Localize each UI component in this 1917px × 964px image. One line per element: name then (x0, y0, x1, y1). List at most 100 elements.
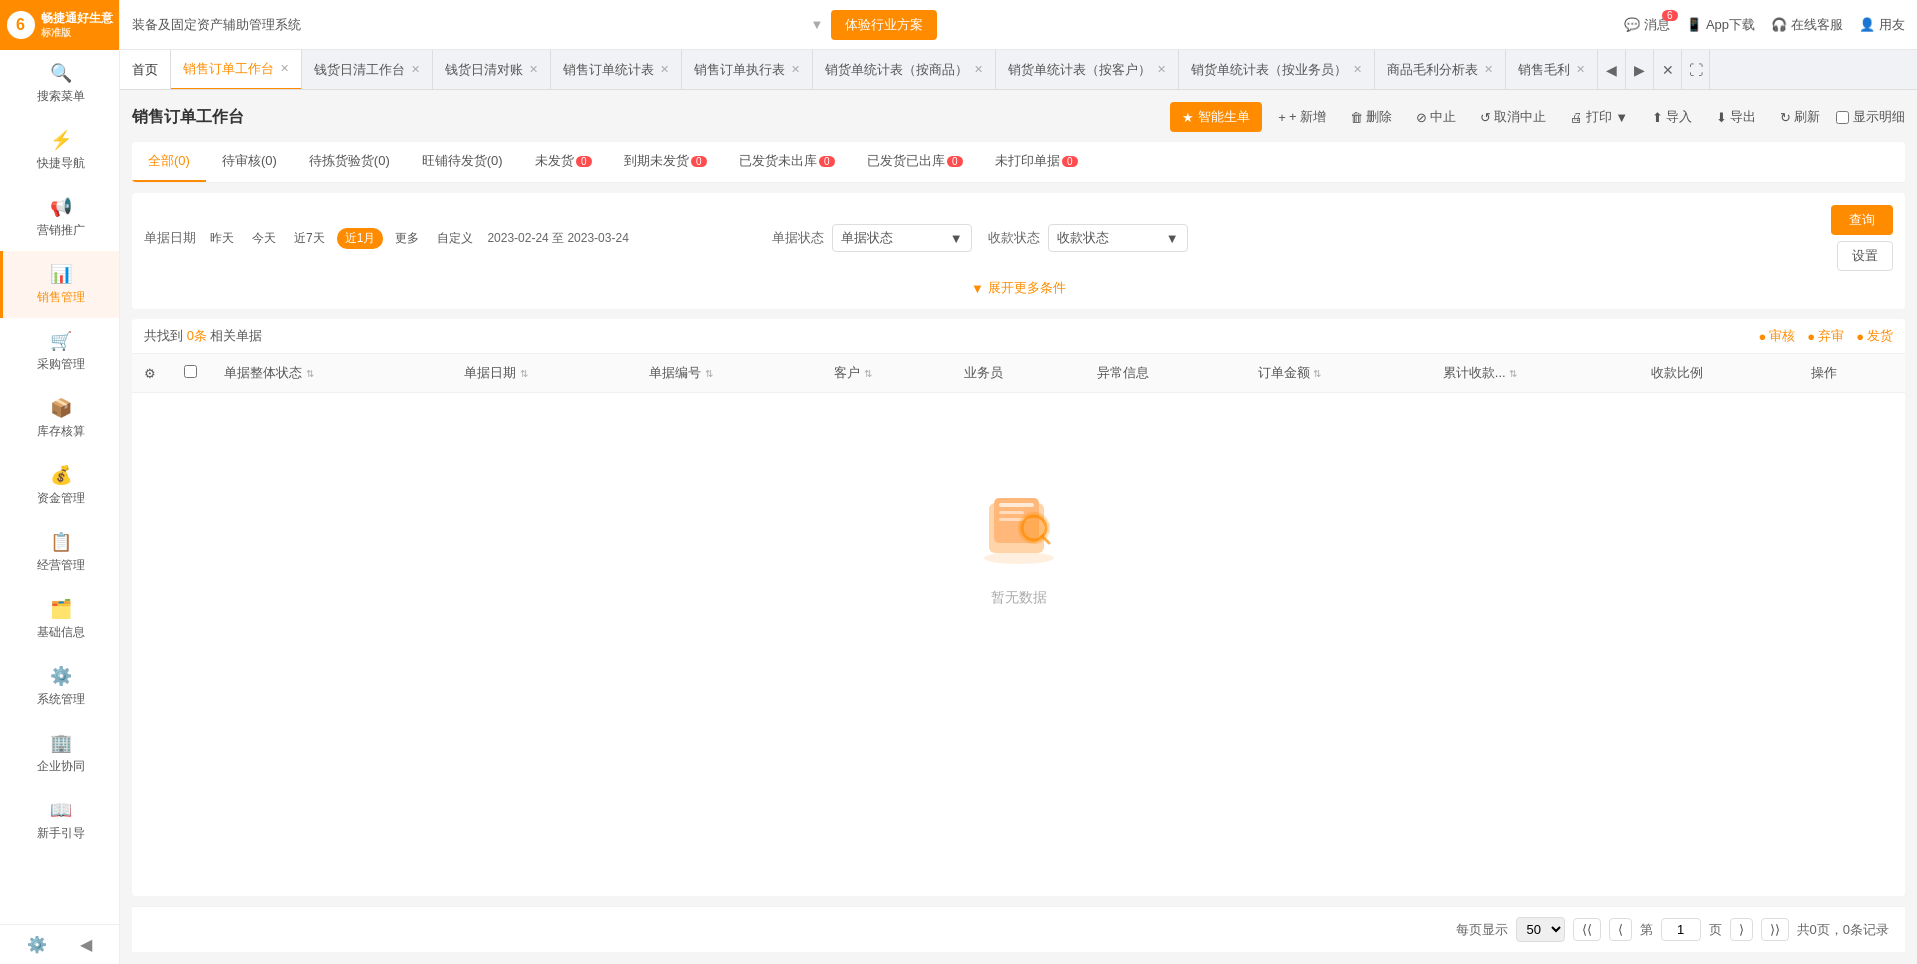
query-button[interactable]: 查询 (1831, 205, 1893, 235)
tab-next-button[interactable]: ▶ (1626, 50, 1654, 90)
date-1month-btn[interactable]: 近1月 (337, 228, 384, 249)
sidebar-item-marketing[interactable]: 📢 营销推广 (0, 184, 119, 251)
delete-button[interactable]: 🗑 删除 (1342, 104, 1400, 130)
sidebar-item-finance[interactable]: 💰 资金管理 (0, 452, 119, 519)
sidebar-item-purchase[interactable]: 🛒 采购管理 (0, 318, 119, 385)
tab-close-icon[interactable]: ✕ (529, 63, 538, 76)
tab-product-margin[interactable]: 商品毛利分析表 ✕ (1375, 50, 1506, 90)
date-more-btn[interactable]: 更多 (389, 228, 425, 249)
stop-button[interactable]: ⊘ 中止 (1408, 104, 1464, 130)
date-today-btn[interactable]: 今天 (246, 228, 282, 249)
page-number-input[interactable]: 1 (1661, 918, 1701, 941)
select-all-checkbox[interactable] (184, 365, 197, 378)
tab-maximize-button[interactable]: ⛶ (1682, 50, 1710, 90)
next-page-button[interactable]: ⟩ (1730, 918, 1753, 941)
brand-name: 畅捷通好生意 (41, 11, 113, 27)
smart-create-button[interactable]: ★ 智能生单 (1170, 102, 1262, 132)
sidebar-footer: ⚙️ ◀ (0, 924, 119, 964)
sub-tab-shipped-out[interactable]: 已发货已出库0 (851, 142, 979, 182)
per-page-select[interactable]: 50 (1516, 917, 1565, 942)
sidebar-item-search[interactable]: 🔍 搜索菜单 (0, 50, 119, 117)
settings-icon[interactable]: ⚙️ (27, 935, 47, 954)
sub-tab-not-shipped[interactable]: 未发货0 (519, 142, 608, 182)
cancel-stop-button[interactable]: ↺ 取消中止 (1472, 104, 1554, 130)
sort-icon[interactable]: ⇅ (306, 368, 314, 379)
sort-icon[interactable]: ⇅ (705, 368, 713, 379)
tab-close-icon[interactable]: ✕ (1157, 63, 1166, 76)
collapse-icon[interactable]: ◀ (80, 935, 92, 954)
message-button[interactable]: 💬 消息 6 (1624, 16, 1670, 34)
tab-sales-workbench[interactable]: 销售订单工作台 ✕ (171, 50, 302, 90)
show-detail-checkbox[interactable]: 显示明细 (1836, 108, 1905, 126)
dropdown-arrow[interactable]: ▼ (811, 17, 824, 32)
tab-close-icon[interactable]: ✕ (1484, 63, 1493, 76)
tab-cash-daily[interactable]: 钱货日清工作台 ✕ (302, 50, 433, 90)
user-button[interactable]: 👤 用友 (1859, 16, 1905, 34)
online-service-button[interactable]: 🎧 在线客服 (1771, 16, 1843, 34)
sidebar-item-guide[interactable]: 📖 新手引导 (0, 787, 119, 854)
expand-down-icon: ▼ (971, 281, 984, 296)
tab-sales-stat[interactable]: 销售订单统计表 ✕ (551, 50, 682, 90)
set-button[interactable]: 设置 (1837, 241, 1893, 271)
import-button[interactable]: ⬆ 导入 (1644, 104, 1700, 130)
tab-cash-reconcile[interactable]: 钱货日清对账 ✕ (433, 50, 551, 90)
tab-sales-exec-label: 销售订单执行表 (694, 61, 785, 79)
date-7days-btn[interactable]: 近7天 (288, 228, 331, 249)
tab-close-icon[interactable]: ✕ (791, 63, 800, 76)
sidebar-item-base-info[interactable]: 🗂️ 基础信息 (0, 586, 119, 653)
status-select[interactable]: 单据状态 ▼ (832, 224, 972, 252)
sidebar-item-inventory[interactable]: 📦 库存核算 (0, 385, 119, 452)
tab-sales-stat-product[interactable]: 销货单统计表（按商品） ✕ (813, 50, 996, 90)
prev-page-button[interactable]: ⟨ (1609, 918, 1632, 941)
sidebar-item-sales[interactable]: 📊 销售管理 (0, 251, 119, 318)
ship-button[interactable]: ● 发货 (1856, 327, 1893, 345)
sort-icon[interactable]: ⇅ (1509, 368, 1517, 379)
sub-tab-not-printed[interactable]: 未打印单据0 (979, 142, 1094, 182)
tab-close-icon[interactable]: ✕ (1576, 63, 1585, 76)
sidebar-item-ops[interactable]: 📋 经营管理 (0, 519, 119, 586)
sort-icon[interactable]: ⇅ (1313, 368, 1321, 379)
sort-icon[interactable]: ⇅ (864, 368, 872, 379)
tab-close-all-button[interactable]: ✕ (1654, 50, 1682, 90)
sidebar-item-enterprise[interactable]: 🏢 企业协同 (0, 720, 119, 787)
th-checkbox[interactable] (172, 354, 212, 393)
svg-rect-4 (999, 511, 1024, 514)
tab-close-icon[interactable]: ✕ (974, 63, 983, 76)
print-button[interactable]: 🖨 打印 ▼ (1562, 104, 1636, 130)
tab-close-icon[interactable]: ✕ (660, 63, 669, 76)
date-yesterday-btn[interactable]: 昨天 (204, 228, 240, 249)
date-custom-btn[interactable]: 自定义 (431, 228, 479, 249)
tab-sales-stat-customer[interactable]: 销货单统计表（按客户） ✕ (996, 50, 1179, 90)
sub-tab-shipped-not-out[interactable]: 已发货未出库0 (723, 142, 851, 182)
th-settings[interactable]: ⚙ (132, 354, 172, 393)
tab-sales-stat-staff[interactable]: 销货单统计表（按业务员） ✕ (1179, 50, 1375, 90)
show-detail-input[interactable] (1836, 111, 1849, 124)
add-button[interactable]: + + 新增 (1270, 104, 1334, 130)
sub-tab-pending-review[interactable]: 待审核(0) (206, 142, 293, 182)
tab-close-icon[interactable]: ✕ (411, 63, 420, 76)
cancel-review-button[interactable]: ● 弃审 (1807, 327, 1844, 345)
export-button[interactable]: ⬇ 导出 (1708, 104, 1764, 130)
solution-button[interactable]: 体验行业方案 (831, 10, 937, 40)
sort-icon[interactable]: ⇅ (520, 368, 528, 379)
first-page-button[interactable]: ⟨⟨ (1573, 918, 1601, 941)
tab-close-icon[interactable]: ✕ (280, 62, 289, 75)
tab-sales-profit[interactable]: 销售毛利 ✕ (1506, 50, 1598, 90)
review-button[interactable]: ● 审核 (1758, 327, 1795, 345)
date-range-display: 2023-02-24 至 2023-03-24 (487, 230, 628, 247)
sidebar-item-sys-mgmt[interactable]: ⚙️ 系统管理 (0, 653, 119, 720)
app-download-button[interactable]: 📱 App下载 (1686, 16, 1755, 34)
sidebar-item-quick-nav[interactable]: ⚡ 快捷导航 (0, 117, 119, 184)
sub-tab-all[interactable]: 全部(0) (132, 142, 206, 182)
tab-sales-exec[interactable]: 销售订单执行表 ✕ (682, 50, 813, 90)
sub-tab-wangpu[interactable]: 旺铺待发货(0) (406, 142, 519, 182)
sub-tab-pending-inspect[interactable]: 待拣货验货(0) (293, 142, 406, 182)
tab-home[interactable]: 首页 (120, 50, 171, 90)
tab-close-icon[interactable]: ✕ (1353, 63, 1362, 76)
expand-button[interactable]: ▼ 展开更多条件 (971, 279, 1066, 297)
refresh-button[interactable]: ↻ 刷新 (1772, 104, 1828, 130)
payment-select[interactable]: 收款状态 ▼ (1048, 224, 1188, 252)
last-page-button[interactable]: ⟩⟩ (1761, 918, 1789, 941)
sub-tab-expired-not-shipped[interactable]: 到期未发货0 (608, 142, 723, 182)
tab-prev-button[interactable]: ◀ (1598, 50, 1626, 90)
